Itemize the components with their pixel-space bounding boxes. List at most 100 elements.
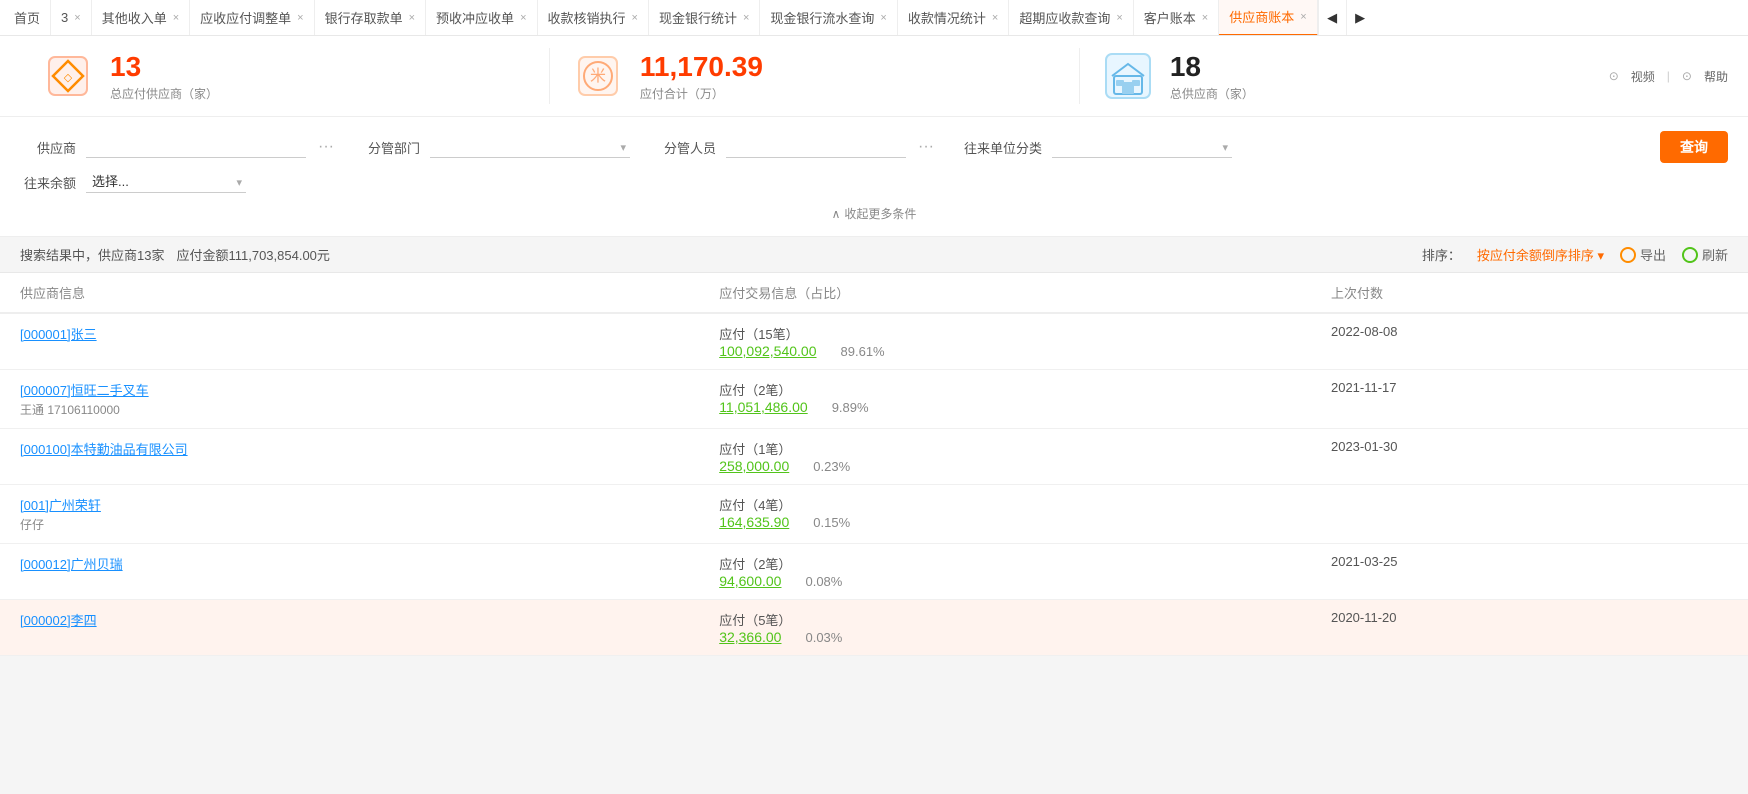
supplier-link[interactable]: [000002]李四 bbox=[20, 613, 97, 628]
tab-customer-ledger[interactable]: 客户账本 × bbox=[1134, 0, 1219, 36]
svg-text:米: 米 bbox=[590, 67, 606, 85]
help-link[interactable]: 帮助 bbox=[1704, 68, 1728, 85]
tab-other-income[interactable]: 其他收入单 × bbox=[92, 0, 190, 36]
pay-label: 应付（1笔） bbox=[719, 439, 1291, 458]
tab-receipt-writeoff[interactable]: 收款核销执行 × bbox=[538, 0, 649, 36]
payable-total-label: 应付合计（万） bbox=[640, 85, 763, 102]
amount-link[interactable]: 32,366.00 bbox=[719, 629, 781, 645]
last-payment-date: 2021-03-25 bbox=[1331, 554, 1398, 569]
tab-cash-flow-query[interactable]: 现金银行流水查询 × bbox=[760, 0, 897, 36]
collapse-button[interactable]: ∧ 收起更多条件 bbox=[20, 201, 1728, 226]
payable-suppliers-label: 总应付供应商（家） bbox=[110, 85, 218, 102]
query-button[interactable]: 查询 bbox=[1660, 131, 1728, 163]
export-icon bbox=[1620, 247, 1636, 263]
supplier-link[interactable]: [000012]广州贝瑞 bbox=[20, 557, 123, 572]
nav-next-button[interactable]: ▶ bbox=[1346, 0, 1374, 36]
svg-text:◇: ◇ bbox=[64, 72, 73, 84]
supplier-info-cell: [000012]广州贝瑞 bbox=[0, 544, 699, 600]
filter-area: 供应商 ··· 分管部门 ▾ 分管人员 ··· 往来单位分类 ▾ 查询 往来余额… bbox=[0, 117, 1748, 237]
tab-receipt-stat[interactable]: 收款情况统计 × bbox=[898, 0, 1009, 36]
tab-advance-ar[interactable]: 预收冲应收单 × bbox=[426, 0, 537, 36]
result-bar: 搜索结果中，供应商13家 应付金额111,703,854.00元 排序： 按应付… bbox=[0, 237, 1748, 273]
dept-label: 分管部门 bbox=[364, 138, 420, 157]
refresh-icon bbox=[1682, 247, 1698, 263]
pay-info-cell: 应付（2笔） 94,600.00 0.08% bbox=[699, 544, 1311, 600]
table-row: [000100]本特勤油品有限公司 应付（1笔） 258,000.00 0.23… bbox=[0, 429, 1748, 485]
amount-link[interactable]: 94,600.00 bbox=[719, 573, 781, 589]
total-suppliers-num: 18 bbox=[1170, 50, 1254, 84]
close-icon[interactable]: × bbox=[173, 12, 179, 24]
supplier-dots-icon[interactable]: ··· bbox=[318, 138, 334, 156]
last-payment-date: 2020-11-20 bbox=[1331, 610, 1397, 625]
tab-supplier-ledger[interactable]: 供应商账本 × bbox=[1219, 0, 1317, 36]
sort-label: 排序： bbox=[1422, 245, 1461, 264]
filter-row-1: 供应商 ··· 分管部门 ▾ 分管人员 ··· 往来单位分类 ▾ 查询 bbox=[20, 131, 1728, 163]
result-amount: 应付金额111,703,854.00元 bbox=[176, 245, 329, 264]
supplier-label: 供应商 bbox=[20, 138, 76, 157]
pay-info-cell: 应付（5笔） 32,366.00 0.03% bbox=[699, 600, 1311, 656]
video-link[interactable]: 视频 bbox=[1631, 68, 1655, 85]
filter-row-2: 往来余额 选择... ▾ bbox=[20, 171, 1728, 193]
percentage-text: 0.23% bbox=[813, 459, 850, 474]
pay-label: 应付（2笔） bbox=[719, 380, 1291, 399]
close-icon[interactable]: × bbox=[743, 12, 749, 24]
tab-3[interactable]: 3 × bbox=[51, 0, 92, 36]
person-input[interactable] bbox=[726, 136, 906, 158]
summary-bar: ◇ 13 总应付供应商（家） 米 11,170.39 应付合计（万） bbox=[0, 36, 1748, 117]
pay-label: 应付（2笔） bbox=[719, 554, 1291, 573]
tab-home[interactable]: 首页 bbox=[4, 0, 51, 36]
balance-select-wrap: 选择... ▾ bbox=[86, 171, 246, 193]
grain-icon: 米 bbox=[570, 48, 626, 104]
dept-select[interactable] bbox=[430, 136, 630, 158]
close-icon[interactable]: × bbox=[297, 12, 303, 24]
last-payment-cell: 2023-01-30 bbox=[1311, 429, 1748, 485]
last-payment-date: 2021-11-17 bbox=[1331, 380, 1397, 395]
tab-bank-deposit[interactable]: 银行存取款单 × bbox=[315, 0, 426, 36]
close-icon[interactable]: × bbox=[632, 12, 638, 24]
tab-overdue-ar[interactable]: 超期应收款查询 × bbox=[1009, 0, 1133, 36]
supplier-link[interactable]: [000100]本特勤油品有限公司 bbox=[20, 442, 188, 457]
table-row: [000001]张三 应付（15笔） 100,092,540.00 89.61%… bbox=[0, 313, 1748, 370]
amount-link[interactable]: 100,092,540.00 bbox=[719, 343, 816, 359]
pay-info-cell: 应付（15笔） 100,092,540.00 89.61% bbox=[699, 313, 1311, 370]
supplier-link[interactable]: [000007]恒旺二手叉车 bbox=[20, 383, 149, 398]
summary-help-area: ⊙ 视频 | ⊙ 帮助 bbox=[1609, 68, 1728, 85]
amount-link[interactable]: 164,635.90 bbox=[719, 514, 789, 530]
close-icon[interactable]: × bbox=[1116, 12, 1122, 24]
result-prefix: 搜索结果中，供应商13家 bbox=[20, 245, 164, 264]
tab-cash-bank-stat[interactable]: 现金银行统计 × bbox=[649, 0, 760, 36]
percentage-text: 0.15% bbox=[813, 515, 850, 530]
person-dots-icon[interactable]: ··· bbox=[918, 138, 934, 156]
col-pay-info: 应付交易信息（占比） bbox=[699, 273, 1311, 313]
close-icon[interactable]: × bbox=[1300, 11, 1306, 23]
close-icon[interactable]: × bbox=[1202, 12, 1208, 24]
close-icon[interactable]: × bbox=[992, 12, 998, 24]
nav-prev-button[interactable]: ◀ bbox=[1318, 0, 1346, 36]
supplier-link[interactable]: [000001]张三 bbox=[20, 327, 97, 342]
amount-link[interactable]: 11,051,486.00 bbox=[719, 399, 808, 415]
summary-item-payable-suppliers: ◇ 13 总应付供应商（家） bbox=[20, 48, 549, 104]
unit-type-label: 往来单位分类 bbox=[964, 138, 1042, 157]
total-suppliers-content: 18 总供应商（家） bbox=[1170, 50, 1254, 103]
close-icon[interactable]: × bbox=[74, 12, 80, 24]
close-icon[interactable]: × bbox=[880, 12, 886, 24]
supplier-info-cell: [000100]本特勤油品有限公司 bbox=[0, 429, 699, 485]
table-row: [001]广州荣轩 仔仔 应付（4笔） 164,635.90 0.15% bbox=[0, 485, 1748, 544]
export-button[interactable]: 导出 bbox=[1620, 245, 1666, 264]
tab-ar-ap-adjust[interactable]: 应收应付调整单 × bbox=[190, 0, 314, 36]
supplier-info-cell: [000007]恒旺二手叉车 王通 17106110000 bbox=[0, 370, 699, 429]
payable-total-content: 11,170.39 应付合计（万） bbox=[640, 50, 763, 103]
close-icon[interactable]: × bbox=[409, 12, 415, 24]
refresh-button[interactable]: 刷新 bbox=[1682, 245, 1728, 264]
table-row: [000007]恒旺二手叉车 王通 17106110000 应付（2笔） 11,… bbox=[0, 370, 1748, 429]
summary-item-total-suppliers: 18 总供应商（家） bbox=[1079, 48, 1609, 104]
sort-button[interactable]: 按应付余额倒序排序 ▾ bbox=[1477, 245, 1604, 264]
unit-type-select[interactable] bbox=[1052, 136, 1232, 158]
supplier-input[interactable] bbox=[86, 136, 306, 158]
supplier-link[interactable]: [001]广州荣轩 bbox=[20, 498, 101, 513]
summary-item-payable-total: 米 11,170.39 应付合计（万） bbox=[549, 48, 1079, 104]
amount-link[interactable]: 258,000.00 bbox=[719, 458, 789, 474]
unit-type-select-wrap: ▾ bbox=[1052, 136, 1232, 158]
close-icon[interactable]: × bbox=[520, 12, 526, 24]
balance-select[interactable]: 选择... bbox=[86, 171, 246, 193]
